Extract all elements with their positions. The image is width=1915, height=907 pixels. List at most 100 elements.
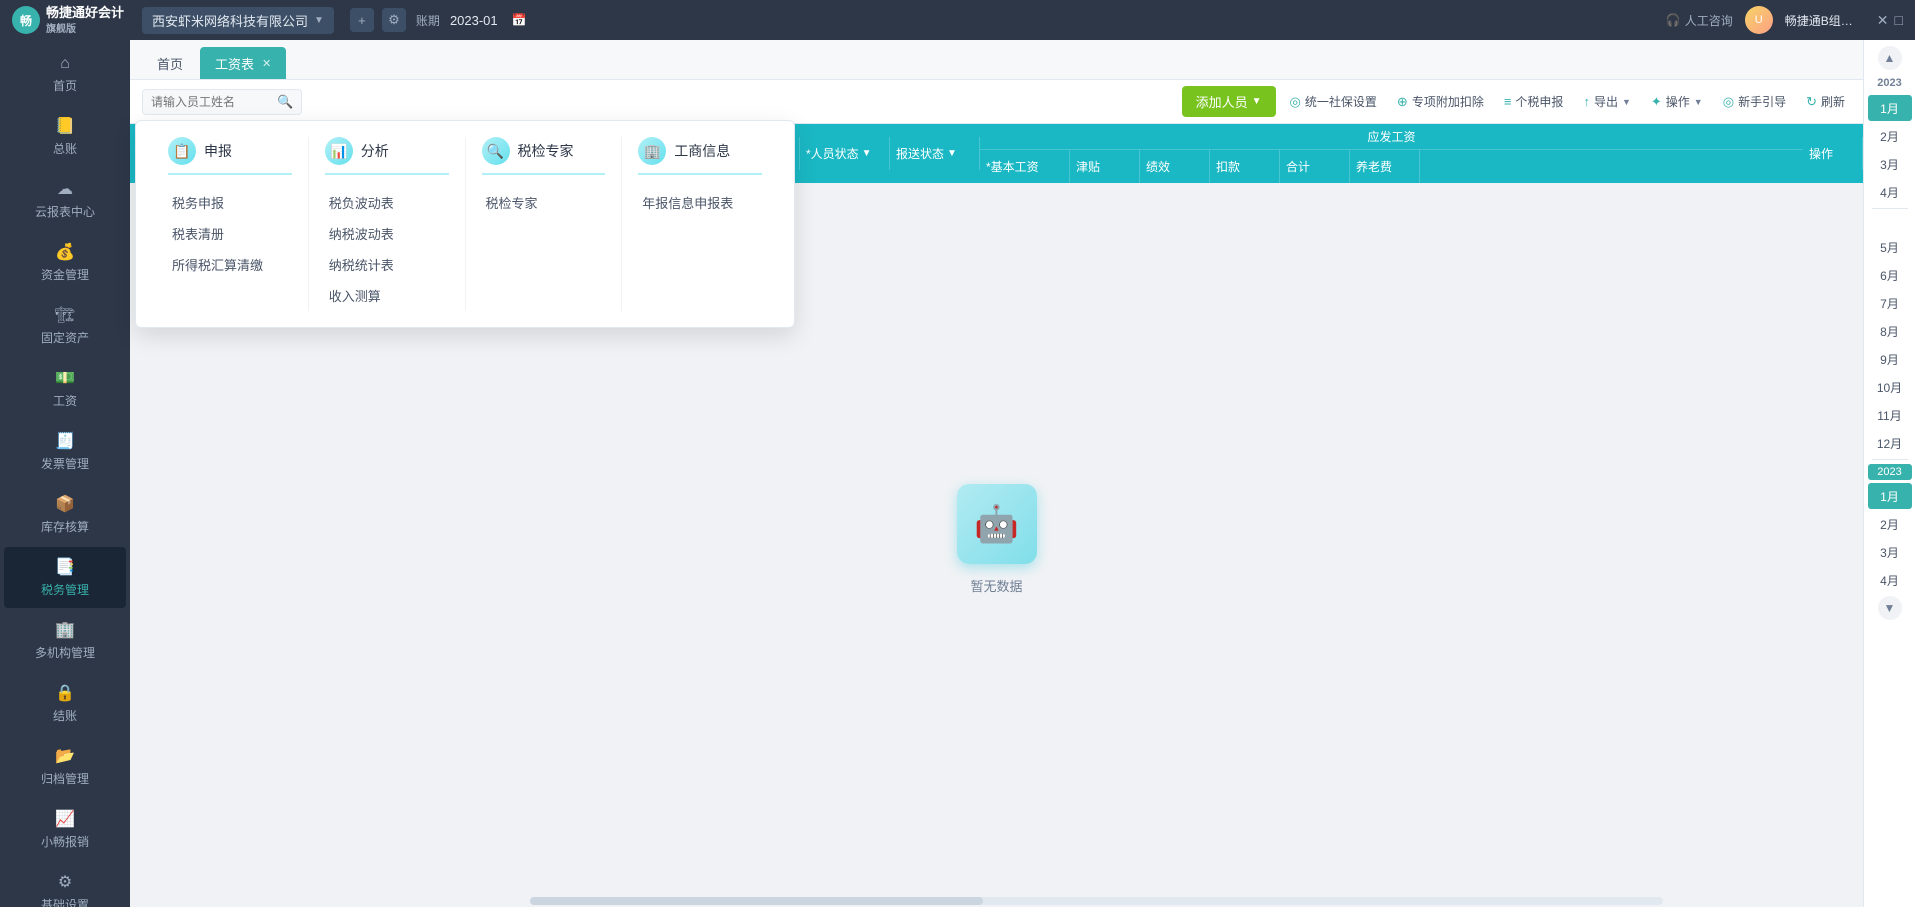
search-icon: 🔍	[277, 94, 293, 110]
new-guide-btn[interactable]: ◎ 新手引导	[1717, 89, 1792, 114]
sidebar-item-funds[interactable]: 💰 资金管理	[4, 232, 126, 293]
section-header-declaration: 📋 申报	[168, 137, 292, 175]
cal-month-may[interactable]: 5月	[1868, 234, 1912, 260]
new-guide-icon: ◎	[1723, 94, 1734, 110]
sidebar-item-archive[interactable]: 📂 归档管理	[4, 736, 126, 797]
social-icon: ◎	[1290, 94, 1301, 110]
sidebar-item-ledger[interactable]: 📒 总账	[4, 106, 126, 167]
sidebar-item-invoice[interactable]: 🧾 发票管理	[4, 421, 126, 482]
cal-up-btn[interactable]: ▲	[1878, 46, 1902, 70]
item-tax-expert[interactable]: 税检专家	[482, 187, 606, 218]
social-insurance-btn[interactable]: ◎ 统一社保设置	[1284, 89, 1383, 114]
sidebar-item-closing[interactable]: 🔒 结账	[4, 673, 126, 734]
empty-icon: 🤖	[957, 484, 1037, 564]
closing-icon: 🔒	[55, 683, 75, 703]
scrollbar-thumb[interactable]	[530, 897, 983, 905]
cal-month-jan[interactable]: 1月	[1868, 95, 1912, 121]
search-input[interactable]	[151, 95, 271, 109]
refresh-btn[interactable]: ↻ 刷新	[1800, 89, 1851, 114]
sidebar-item-home[interactable]: ⌂ 首页	[4, 45, 126, 104]
company-name: 西安虾米网络科技有限公司	[152, 11, 308, 30]
add-company-btn[interactable]: +	[350, 8, 374, 32]
header-right: 🎧 人工咨询 U 畅捷通B组… ✕ □	[1666, 6, 1903, 34]
item-tax-burden[interactable]: 税负波动表	[325, 187, 449, 218]
item-tax-fluctuation[interactable]: 纳税波动表	[325, 218, 449, 249]
cal-month-nov[interactable]: 11月	[1868, 402, 1912, 428]
item-income-tax[interactable]: 所得税汇算清缴	[168, 249, 292, 280]
support-label: 人工咨询	[1685, 12, 1733, 29]
cal-month-apr[interactable]: 4月	[1868, 179, 1912, 205]
special-icon: ⊕	[1397, 94, 1408, 110]
item-tax-table[interactable]: 税表清册	[168, 218, 292, 249]
operate-arrow: ▼	[1694, 97, 1703, 107]
sidebar-item-cloud[interactable]: ☁ 云报表中心	[4, 169, 126, 230]
sidebar-label-inventory: 库存核算	[41, 518, 89, 535]
tab-bar: 首页 工资表 ✕	[130, 40, 1863, 80]
period-label: 账期	[416, 12, 440, 29]
export-label: 导出	[1594, 93, 1618, 110]
cal-month-feb-2[interactable]: 2月	[1868, 511, 1912, 537]
period-calendar-icon[interactable]: 📅	[512, 13, 527, 27]
sidebar-label-assets: 固定资产	[41, 329, 89, 346]
th-salary-group: 应发工资 *基本工资 津贴 绩效 扣款 合计 养老费	[980, 124, 1803, 183]
sidebar-item-report[interactable]: 📈 小畅报销	[4, 799, 126, 860]
item-income-estimate[interactable]: 收入测算	[325, 280, 449, 311]
sidebar-label-multi: 多机构管理	[35, 644, 95, 661]
tab-salary-close[interactable]: ✕	[262, 57, 271, 70]
special-deduction-btn[interactable]: ⊕ 专项附加扣除	[1391, 89, 1490, 114]
salary-icon: 💵	[55, 368, 75, 388]
th-report-status[interactable]: 报送状态 ▼	[890, 137, 980, 170]
support-btn[interactable]: 🎧 人工咨询	[1666, 12, 1733, 29]
cal-month-jun[interactable]: 6月	[1868, 262, 1912, 288]
user-name[interactable]: 畅捷通B组…	[1785, 12, 1853, 29]
sidebar-label-invoice: 发票管理	[41, 455, 89, 472]
cal-down-btn[interactable]: ▼	[1878, 596, 1902, 620]
sidebar-item-salary[interactable]: 💵 工资	[4, 358, 126, 419]
tab-salary[interactable]: 工资表 ✕	[200, 47, 286, 79]
company-selector[interactable]: 西安虾米网络科技有限公司 ▼	[142, 7, 334, 34]
support-icon: 🎧	[1666, 13, 1681, 27]
th-status[interactable]: *人员状态 ▼	[800, 137, 890, 170]
add-btn-arrow: ▼	[1252, 96, 1262, 107]
cal-month-aug[interactable]: 8月	[1868, 318, 1912, 344]
cal-month-sep[interactable]: 9月	[1868, 346, 1912, 372]
item-tax-declaration[interactable]: 税务申报	[168, 187, 292, 218]
special-label: 专项附加扣除	[1412, 93, 1484, 110]
cal-divider	[1872, 208, 1908, 209]
cal-month-feb[interactable]: 2月	[1868, 123, 1912, 149]
analysis-icon: 📊	[325, 137, 353, 165]
tax-decl-icon: ≡	[1504, 94, 1512, 109]
cal-month-oct[interactable]: 10月	[1868, 374, 1912, 400]
export-btn[interactable]: ↑ 导出 ▼	[1577, 89, 1636, 114]
th-base: *基本工资	[980, 150, 1070, 183]
tax-declaration-btn[interactable]: ≡ 个税申报	[1498, 89, 1570, 114]
add-employee-btn[interactable]: 添加人员 ▼	[1182, 86, 1276, 117]
sidebar-label-home: 首页	[53, 77, 77, 94]
operate-btn[interactable]: ✦ 操作 ▼	[1645, 89, 1709, 114]
cal-month-jan-2[interactable]: 1月	[1868, 483, 1912, 509]
cal-month-dec[interactable]: 12月	[1868, 430, 1912, 456]
sidebar-item-basic[interactable]: ⚙ 基础设置	[4, 862, 126, 907]
item-annual-report[interactable]: 年报信息申报表	[638, 187, 762, 218]
settings-btn[interactable]: ⚙	[382, 8, 406, 32]
cal-month-mar[interactable]: 3月	[1868, 151, 1912, 177]
operate-label: 操作	[1666, 93, 1690, 110]
scrollbar-track	[530, 897, 1663, 905]
table-scrollbar[interactable]	[130, 895, 1863, 907]
sidebar-label-archive: 归档管理	[41, 770, 89, 787]
sidebar-item-tax[interactable]: 📑 税务管理	[4, 547, 126, 608]
cal-month-apr-2[interactable]: 4月	[1868, 567, 1912, 593]
cal-year-2022	[1868, 212, 1912, 232]
report-filter-icon: ▼	[947, 148, 957, 159]
item-tax-statistics[interactable]: 纳税统计表	[325, 249, 449, 280]
window-close-btn[interactable]: ✕	[1877, 12, 1889, 29]
tab-home[interactable]: 首页	[142, 47, 198, 79]
sidebar-item-multi[interactable]: 🏢 多机构管理	[4, 610, 126, 671]
cloud-icon: ☁	[57, 179, 73, 199]
cal-month-mar-2[interactable]: 3月	[1868, 539, 1912, 565]
sidebar-item-inventory[interactable]: 📦 库存核算	[4, 484, 126, 545]
cal-month-jul[interactable]: 7月	[1868, 290, 1912, 316]
window-maximize-btn[interactable]: □	[1895, 12, 1903, 29]
dropdown-section-declaration: 📋 申报 税务申报 税表清册 所得税汇算清缴	[152, 137, 309, 311]
sidebar-item-assets[interactable]: 🏗 固定资产	[4, 295, 126, 356]
